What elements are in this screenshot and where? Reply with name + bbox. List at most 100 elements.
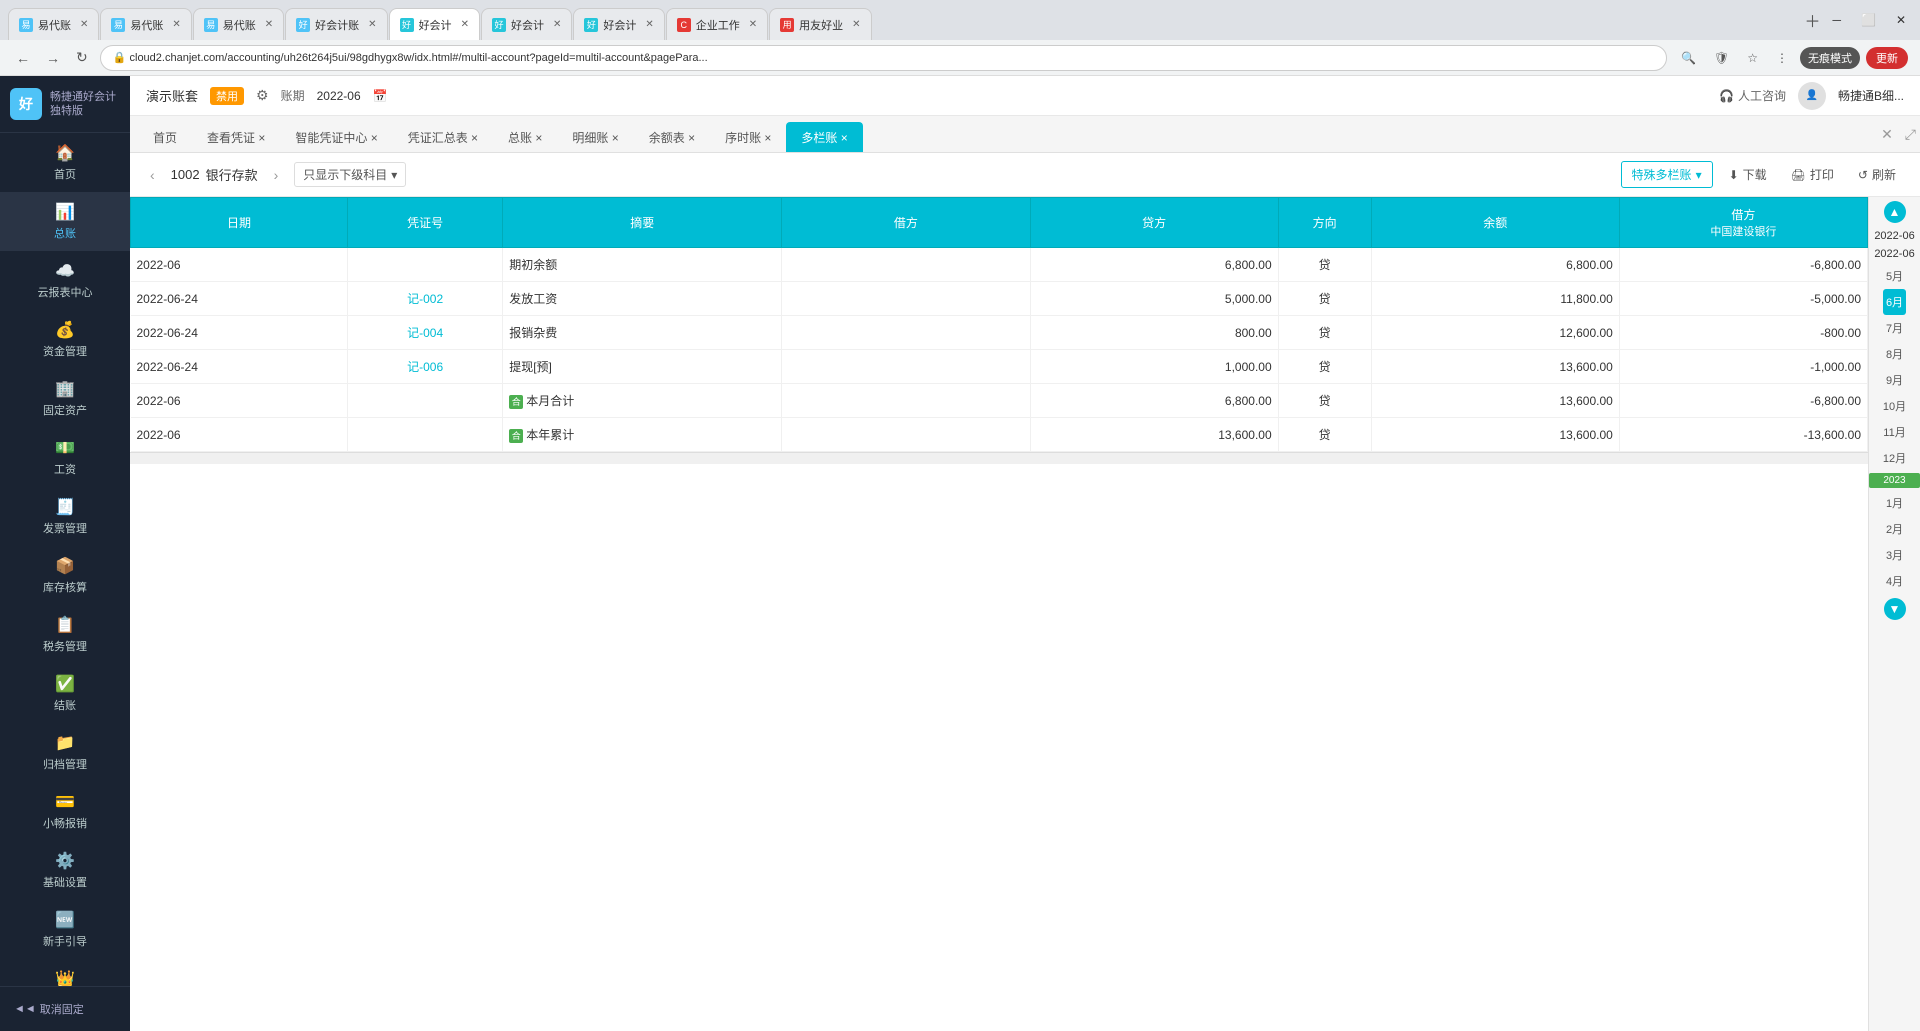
restore-button[interactable]: ⬜	[1855, 11, 1882, 29]
browser-tab-t3[interactable]: 易易代账✕	[193, 8, 284, 40]
print-button[interactable]: 🖨 打印	[1783, 162, 1842, 187]
expense-icon: 💳	[55, 792, 75, 812]
minimize-button[interactable]: ─	[1826, 11, 1847, 29]
date-item-9月[interactable]: 9月	[1883, 367, 1906, 393]
voucher-link[interactable]: 记-006	[407, 360, 443, 374]
page-tab-多栏账[interactable]: 多栏账 ×	[786, 122, 862, 152]
sub-filter[interactable]: 只显示下级科目 ▾	[294, 162, 406, 187]
search-icon[interactable]: 🔍	[1675, 48, 1702, 68]
tab-close-icon[interactable]: ✕	[749, 19, 757, 30]
close-panel-button[interactable]: ✕	[1877, 124, 1897, 145]
voucher-link[interactable]: 记-004	[407, 326, 443, 340]
date-item-8月[interactable]: 8月	[1883, 341, 1906, 367]
sidebar-item-ledger[interactable]: 📊总账	[0, 192, 130, 251]
sidebar-item-cloud-report[interactable]: ☁️云报表中心	[0, 251, 130, 310]
cell-voucher	[348, 384, 503, 418]
date-item-12月[interactable]: 12月	[1883, 445, 1906, 471]
date-months-section2: 1月2月3月4月	[1886, 490, 1903, 594]
settings-icon[interactable]: ⚙	[256, 87, 269, 104]
cell-summary: 期初余额	[503, 248, 782, 282]
help-button[interactable]: 🎧 人工咨询	[1719, 87, 1786, 104]
sidebar-item-inventory[interactable]: 📦库存核算	[0, 546, 130, 605]
back-button[interactable]: ←	[12, 46, 34, 70]
incognito-button[interactable]: 无痕模式	[1800, 47, 1860, 69]
refresh-button[interactable]: ↺ 刷新	[1850, 162, 1904, 187]
multi-col-button[interactable]: 特殊多栏账 ▾	[1621, 161, 1713, 188]
page-tab-余额表[interactable]: 余额表 ×	[634, 122, 710, 152]
sidebar-item-home[interactable]: 🏠首页	[0, 133, 130, 192]
browser-tab-t5[interactable]: 好好会计✕	[389, 8, 480, 40]
sidebar-item-invoice[interactable]: 🧾发票管理	[0, 487, 130, 546]
fixed-asset-icon: 🏢	[55, 379, 75, 399]
url-bar[interactable]: 🔒 cloud2.chanjet.com/accounting/uh26t264…	[100, 45, 1667, 71]
browser-tab-t2[interactable]: 易易代账✕	[100, 8, 191, 40]
shield-icon[interactable]: 🛡	[1708, 48, 1735, 68]
tab-close-icon[interactable]: ✕	[172, 19, 180, 30]
sidebar-item-label-settle: 结账	[54, 697, 76, 713]
sidebar-item-fund[interactable]: 💰资金管理	[0, 310, 130, 369]
cell-voucher[interactable]: 记-002	[348, 282, 503, 316]
cell-credit: 6,800.00	[1030, 248, 1278, 282]
expand-panel-button[interactable]: ⤢	[1901, 124, 1920, 145]
calendar-icon[interactable]: 📅	[373, 89, 388, 103]
scrollbar-area[interactable]	[130, 452, 1868, 464]
page-tab-总账[interactable]: 总账 ×	[493, 122, 557, 152]
browser-tab-t1[interactable]: 易易代账✕	[8, 8, 99, 40]
new-tab-button[interactable]: ＋	[1798, 6, 1826, 34]
unpin-button[interactable]: ◄◄ 取消固定	[8, 995, 122, 1023]
cell-multi-col: -6,800.00	[1619, 248, 1867, 282]
browser-tab-t4[interactable]: 好好会计账✕	[285, 8, 387, 40]
prev-account-button[interactable]: ‹	[146, 165, 159, 185]
date-item-2023-1月[interactable]: 1月	[1886, 490, 1903, 516]
next-account-button[interactable]: ›	[270, 165, 283, 185]
date-item-2023-4月[interactable]: 4月	[1886, 568, 1903, 594]
forward-button[interactable]: →	[42, 46, 64, 70]
date-item-2023-3月[interactable]: 3月	[1886, 542, 1903, 568]
cell-direction: 贷	[1278, 350, 1371, 384]
voucher-link[interactable]: 记-002	[407, 292, 443, 306]
star-icon[interactable]: ☆	[1741, 48, 1764, 68]
tab-close-icon[interactable]: ✕	[553, 19, 561, 30]
browser-tab-t7[interactable]: 好好会计✕	[573, 8, 664, 40]
date-item-7月[interactable]: 7月	[1883, 315, 1906, 341]
sidebar-item-archive[interactable]: 📁归档管理	[0, 723, 130, 782]
sidebar-item-fixed-asset[interactable]: 🏢固定资产	[0, 369, 130, 428]
sidebar-item-settle[interactable]: ✅结账	[0, 664, 130, 723]
browser-tab-t8[interactable]: C企业工作✕	[666, 8, 768, 40]
date-panel-down-arrow[interactable]: ▼	[1884, 598, 1906, 620]
sidebar-item-expense[interactable]: 💳小畅报销	[0, 782, 130, 841]
download-button[interactable]: ⬇ 下载	[1721, 162, 1775, 187]
tab-close-icon[interactable]: ✕	[852, 19, 860, 30]
page-tab-查看凭证[interactable]: 查看凭证 ×	[192, 122, 280, 152]
tab-close-icon[interactable]: ✕	[461, 19, 469, 30]
sidebar-item-guide[interactable]: 🆕新手引导	[0, 900, 130, 959]
close-button[interactable]: ✕	[1890, 11, 1912, 29]
sidebar-item-member[interactable]: 👑畅会员	[0, 959, 130, 986]
date-item-2023-2月[interactable]: 2月	[1886, 516, 1903, 542]
tab-close-icon[interactable]: ✕	[80, 19, 88, 30]
tab-close-icon[interactable]: ✕	[265, 19, 273, 30]
date-item-5月[interactable]: 5月	[1883, 263, 1906, 289]
browser-tab-t6[interactable]: 好好会计✕	[481, 8, 572, 40]
page-tab-序时账[interactable]: 序时账 ×	[710, 122, 786, 152]
date-item-11月[interactable]: 11月	[1883, 419, 1906, 445]
date-item-6月[interactable]: 6月	[1883, 289, 1906, 315]
col-date: 日期	[131, 198, 348, 248]
browser-tab-t9[interactable]: 用用友好业✕	[769, 8, 871, 40]
sidebar-item-settings[interactable]: ⚙️基础设置	[0, 841, 130, 900]
date-item-10月[interactable]: 10月	[1883, 393, 1906, 419]
page-tab-智能凭证中心[interactable]: 智能凭证中心 ×	[280, 122, 392, 152]
tab-close-icon[interactable]: ✕	[368, 19, 376, 30]
page-tab-凭证汇总表[interactable]: 凭证汇总表 ×	[393, 122, 493, 152]
page-tab-明细账[interactable]: 明细账 ×	[557, 122, 633, 152]
browser-menu-icon[interactable]: ⋮	[1770, 48, 1794, 68]
update-button[interactable]: 更新	[1866, 47, 1908, 69]
page-tab-首页[interactable]: 首页	[138, 122, 192, 152]
tab-close-icon[interactable]: ✕	[645, 19, 653, 30]
date-panel-up-arrow[interactable]: ▲	[1884, 201, 1906, 223]
reload-button[interactable]: ↻	[72, 45, 92, 70]
cell-voucher[interactable]: 记-006	[348, 350, 503, 384]
cell-voucher[interactable]: 记-004	[348, 316, 503, 350]
sidebar-item-tax[interactable]: 📋税务管理	[0, 605, 130, 664]
sidebar-item-payroll[interactable]: 💵工资	[0, 428, 130, 487]
